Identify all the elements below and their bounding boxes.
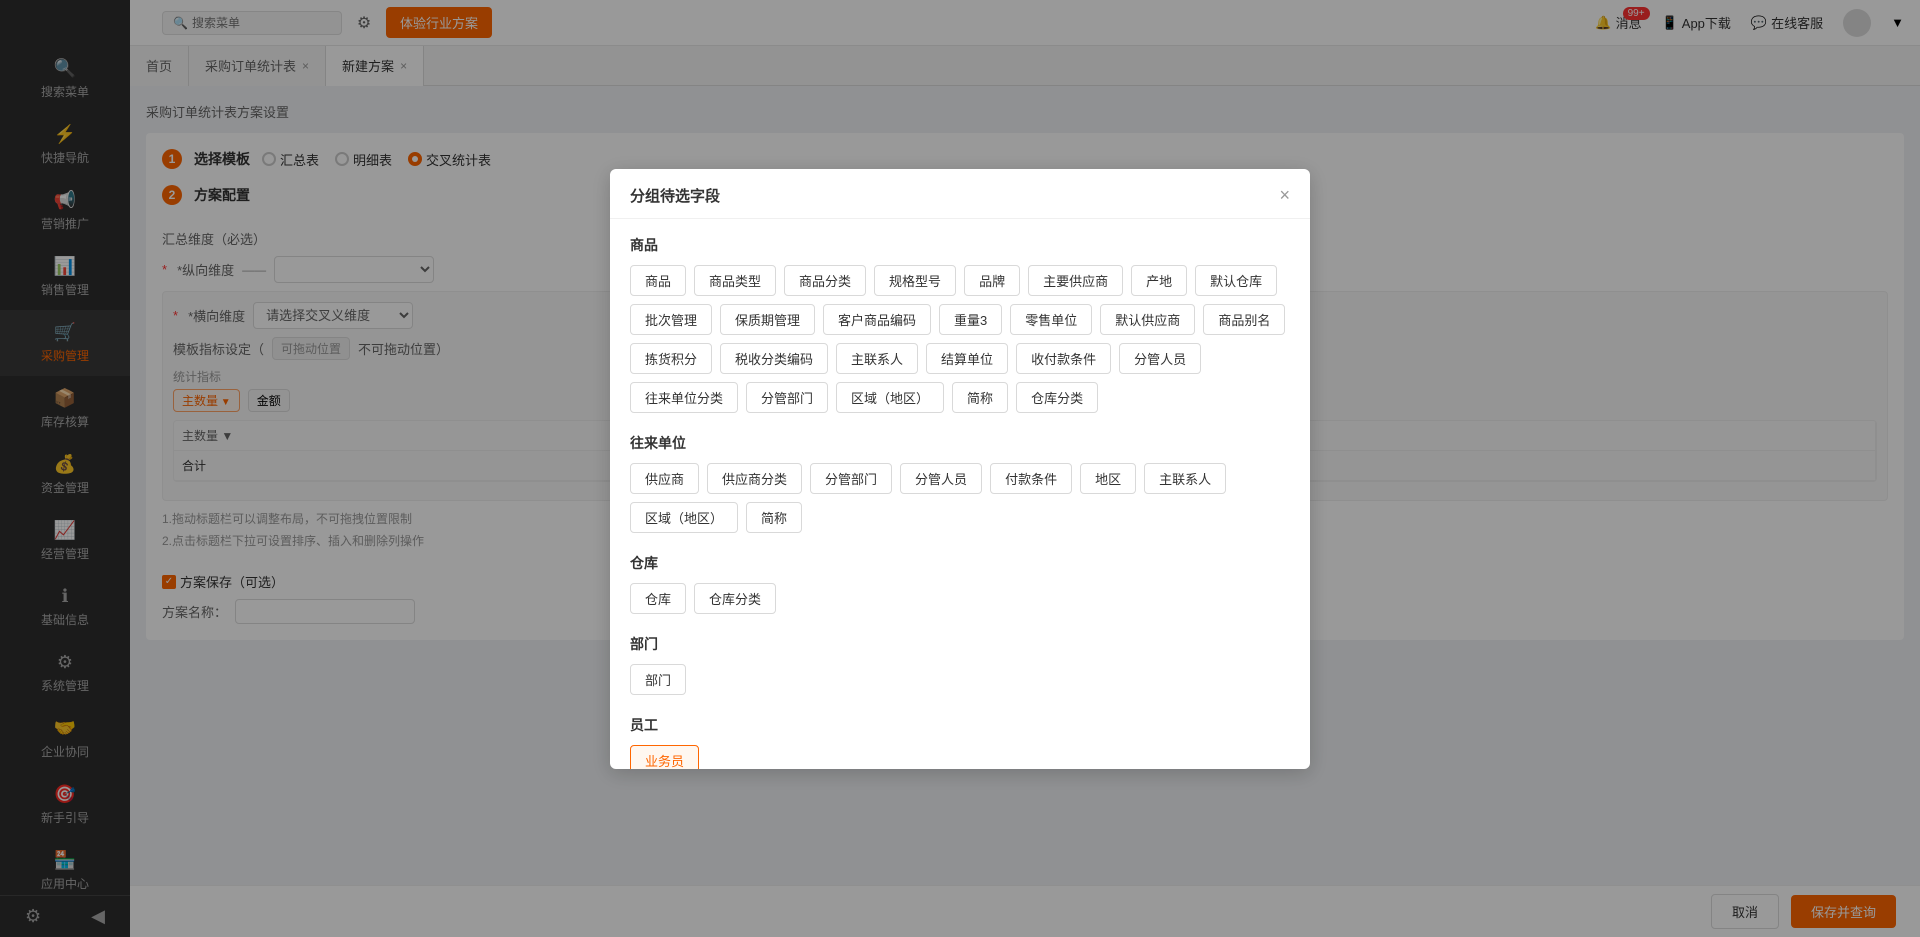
modal-section-title: 商品 bbox=[630, 235, 1290, 255]
field-tag[interactable]: 供应商 bbox=[630, 463, 699, 494]
modal-title: 分组待选字段 bbox=[630, 185, 720, 206]
modal-section-title: 仓库 bbox=[630, 553, 1290, 573]
field-tag[interactable]: 简称 bbox=[746, 502, 802, 533]
modal-section-商品: 商品商品商品类型商品分类规格型号品牌主要供应商产地默认仓库批次管理保质期管理客户… bbox=[630, 235, 1290, 413]
field-tag[interactable]: 产地 bbox=[1131, 265, 1187, 296]
field-tag[interactable]: 拣货积分 bbox=[630, 343, 712, 374]
modal-section-仓库: 仓库仓库仓库分类 bbox=[630, 553, 1290, 614]
field-tag[interactable]: 默认供应商 bbox=[1100, 304, 1195, 335]
modal-dialog: 分组待选字段 × 商品商品商品类型商品分类规格型号品牌主要供应商产地默认仓库批次… bbox=[610, 169, 1310, 769]
field-tag[interactable]: 重量3 bbox=[939, 304, 1002, 335]
field-tag[interactable]: 商品 bbox=[630, 265, 686, 296]
field-tag[interactable]: 收付款条件 bbox=[1016, 343, 1111, 374]
field-tag[interactable]: 分管人员 bbox=[900, 463, 982, 494]
field-tag[interactable]: 仓库分类 bbox=[1016, 382, 1098, 413]
field-tag[interactable]: 商品类型 bbox=[694, 265, 776, 296]
modal-field-tags: 供应商供应商分类分管部门分管人员付款条件地区主联系人区域（地区） 简称 bbox=[630, 463, 1290, 533]
field-tag[interactable]: 保质期管理 bbox=[720, 304, 815, 335]
modal-section-title: 部门 bbox=[630, 634, 1290, 654]
field-tag[interactable]: 分管部门 bbox=[810, 463, 892, 494]
modal-section-往来单位: 往来单位供应商供应商分类分管部门分管人员付款条件地区主联系人区域（地区） 简称 bbox=[630, 433, 1290, 533]
field-tag[interactable]: 主要供应商 bbox=[1028, 265, 1123, 296]
field-tag[interactable]: 税收分类编码 bbox=[720, 343, 828, 374]
field-tag[interactable]: 品牌 bbox=[964, 265, 1020, 296]
field-tag[interactable]: 往来单位分类 bbox=[630, 382, 738, 413]
field-tag[interactable]: 付款条件 bbox=[990, 463, 1072, 494]
field-tag[interactable]: 部门 bbox=[630, 664, 686, 695]
modal-section-title: 往来单位 bbox=[630, 433, 1290, 453]
field-tag[interactable]: 商品分类 bbox=[784, 265, 866, 296]
field-tag[interactable]: 主联系人 bbox=[836, 343, 918, 374]
modal-section-部门: 部门部门 bbox=[630, 634, 1290, 695]
modal-field-tags: 部门 bbox=[630, 664, 1290, 695]
field-tag[interactable]: 批次管理 bbox=[630, 304, 712, 335]
modal-section-员工: 员工业务员 bbox=[630, 715, 1290, 769]
field-tag[interactable]: 规格型号 bbox=[874, 265, 956, 296]
field-tag[interactable]: 客户商品编码 bbox=[823, 304, 931, 335]
field-tag[interactable]: 商品别名 bbox=[1203, 304, 1285, 335]
field-tag[interactable]: 区域（地区） bbox=[630, 502, 738, 533]
field-tag[interactable]: 地区 bbox=[1080, 463, 1136, 494]
field-tag[interactable]: 仓库分类 bbox=[694, 583, 776, 614]
field-tag[interactable]: 简称 bbox=[952, 382, 1008, 413]
field-tag[interactable]: 供应商分类 bbox=[707, 463, 802, 494]
field-tag[interactable]: 区域（地区） bbox=[836, 382, 944, 413]
field-tag[interactable]: 默认仓库 bbox=[1195, 265, 1277, 296]
field-tag[interactable]: 业务员 bbox=[630, 745, 699, 769]
field-tag[interactable]: 主联系人 bbox=[1144, 463, 1226, 494]
modal-body: 商品商品商品类型商品分类规格型号品牌主要供应商产地默认仓库批次管理保质期管理客户… bbox=[610, 219, 1310, 769]
modal-field-tags: 仓库仓库分类 bbox=[630, 583, 1290, 614]
field-tag[interactable]: 仓库 bbox=[630, 583, 686, 614]
field-tag[interactable]: 分管部门 bbox=[746, 382, 828, 413]
modal-close-button[interactable]: × bbox=[1279, 186, 1290, 204]
field-tag[interactable]: 分管人员 bbox=[1119, 343, 1201, 374]
field-tag[interactable]: 零售单位 bbox=[1010, 304, 1092, 335]
field-tag[interactable]: 结算单位 bbox=[926, 343, 1008, 374]
modal-header: 分组待选字段 × bbox=[610, 169, 1310, 219]
modal-overlay[interactable]: 分组待选字段 × 商品商品商品类型商品分类规格型号品牌主要供应商产地默认仓库批次… bbox=[0, 0, 1920, 937]
modal-field-tags: 业务员 bbox=[630, 745, 1290, 769]
modal-field-tags: 商品商品类型商品分类规格型号品牌主要供应商产地默认仓库批次管理保质期管理客户商品… bbox=[630, 265, 1290, 413]
modal-section-title: 员工 bbox=[630, 715, 1290, 735]
